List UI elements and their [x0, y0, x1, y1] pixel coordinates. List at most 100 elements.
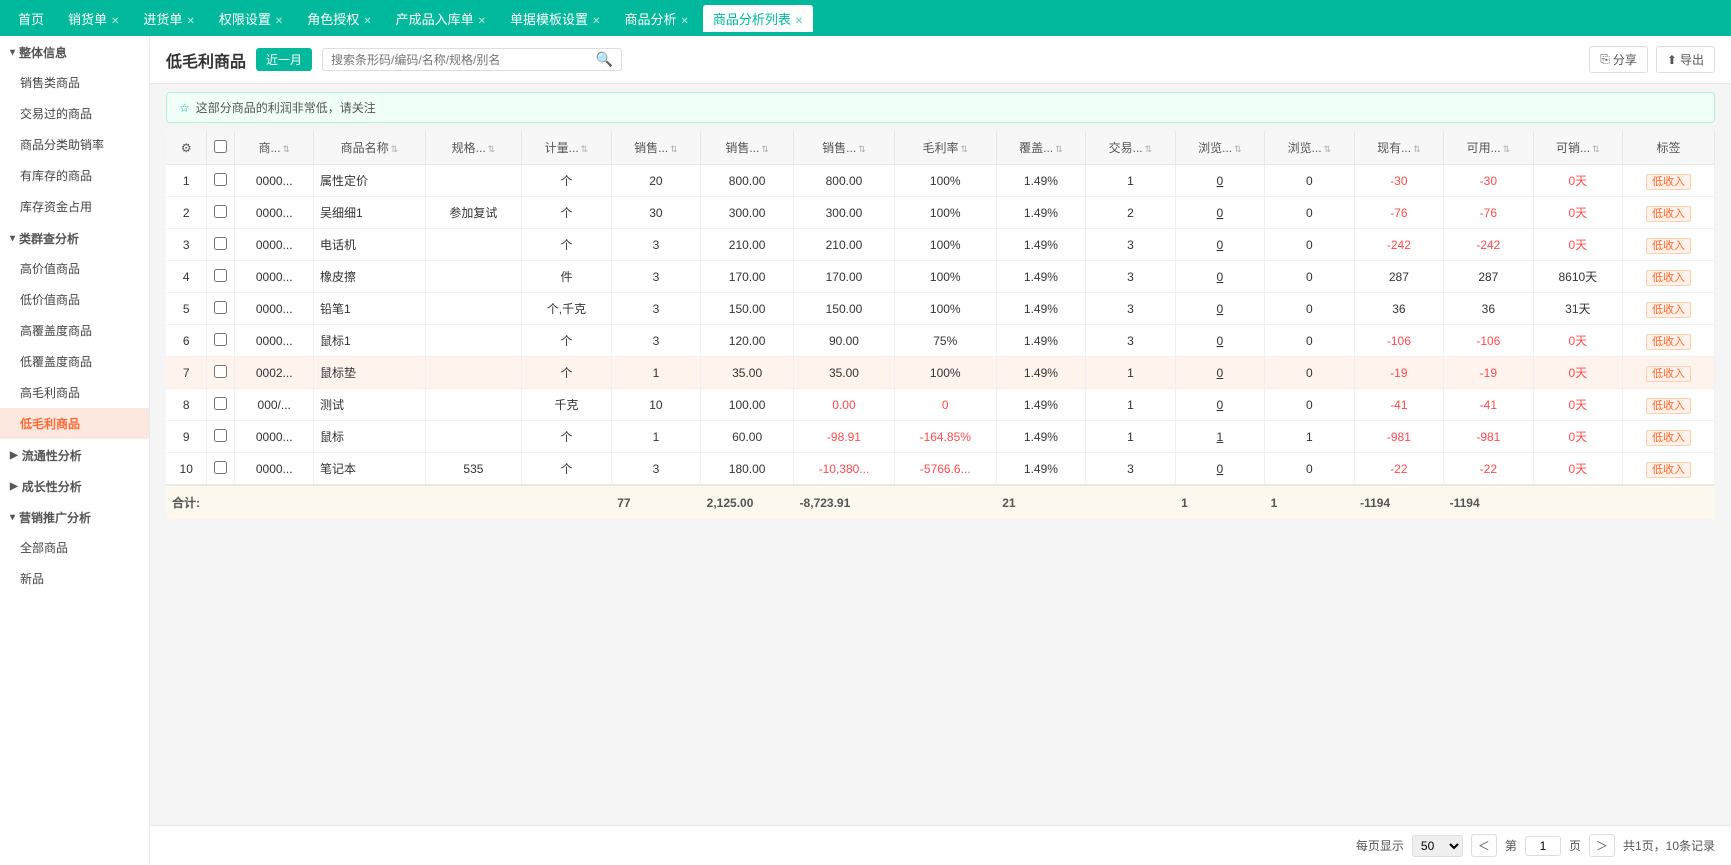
- col-unit[interactable]: 计量...⇅: [522, 131, 611, 165]
- row-browse1[interactable]: 0: [1175, 453, 1264, 486]
- col-checkbox[interactable]: [207, 131, 235, 165]
- col-name[interactable]: 商品名称⇅: [314, 131, 426, 165]
- sidebar-item-category-rate[interactable]: 商品分类助销率: [0, 129, 149, 160]
- row-browse1[interactable]: 0: [1175, 389, 1264, 421]
- sidebar-item-sales-products[interactable]: 销售类商品: [0, 67, 149, 98]
- row-browse1[interactable]: 0: [1175, 357, 1264, 389]
- col-spec[interactable]: 规格...⇅: [425, 131, 522, 165]
- sidebar-group-growth[interactable]: ▶ 成长性分析: [0, 470, 149, 501]
- row-browse1[interactable]: 0: [1175, 293, 1264, 325]
- row-checkbox[interactable]: [214, 301, 227, 314]
- row-browse1[interactable]: 0: [1175, 325, 1264, 357]
- select-all-checkbox[interactable]: [214, 140, 227, 153]
- sidebar-item-high-value[interactable]: 高价值商品: [0, 253, 149, 284]
- row-browse2: 0: [1265, 357, 1354, 389]
- col-sellable[interactable]: 可销...⇅: [1533, 131, 1622, 165]
- col-qty[interactable]: 销售...⇅: [611, 131, 700, 165]
- nav-purchase-order[interactable]: 进货单✕: [133, 5, 204, 32]
- close-icon[interactable]: ✕: [478, 16, 486, 27]
- page-end-label: 页: [1569, 837, 1581, 854]
- nav-product-analysis[interactable]: 商品分析✕: [614, 5, 698, 32]
- nav-home[interactable]: 首页: [8, 5, 54, 32]
- row-checkbox[interactable]: [214, 461, 227, 474]
- total-available: -1194: [1444, 485, 1533, 519]
- row-checkbox[interactable]: [214, 397, 227, 410]
- sidebar-group-liquidity[interactable]: ▶ 流通性分析: [0, 439, 149, 470]
- sidebar-group-marketing[interactable]: ▾ 营销推广分析: [0, 501, 149, 532]
- col-sales-amt[interactable]: 销售...⇅: [701, 131, 794, 165]
- share-button[interactable]: ⎘ 分享: [1589, 46, 1648, 73]
- per-page-select[interactable]: 20 50 100: [1412, 835, 1463, 857]
- row-browse1[interactable]: 0: [1175, 229, 1264, 261]
- close-icon[interactable]: ✕: [111, 16, 119, 27]
- row-checkbox[interactable]: [214, 205, 227, 218]
- row-browse1[interactable]: 0: [1175, 197, 1264, 229]
- row-checkbox-cell[interactable]: [207, 421, 235, 453]
- row-checkbox-cell[interactable]: [207, 261, 235, 293]
- sidebar-item-high-coverage[interactable]: 高覆盖度商品: [0, 315, 149, 346]
- sidebar-group-cluster[interactable]: ▾ 类群查分析: [0, 222, 149, 253]
- row-checkbox-cell[interactable]: [207, 293, 235, 325]
- nav-product-inbound[interactable]: 产成品入库单✕: [386, 5, 496, 32]
- row-checkbox-cell[interactable]: [207, 165, 235, 197]
- row-checkbox-cell[interactable]: [207, 453, 235, 486]
- row-checkbox-cell[interactable]: [207, 389, 235, 421]
- sidebar-item-in-stock[interactable]: 有库存的商品: [0, 160, 149, 191]
- col-available[interactable]: 可用...⇅: [1444, 131, 1533, 165]
- nav-product-analysis-list[interactable]: 商品分析列表✕: [703, 5, 813, 32]
- sidebar-item-low-coverage[interactable]: 低覆盖度商品: [0, 346, 149, 377]
- close-icon[interactable]: ✕: [795, 16, 803, 27]
- sidebar-item-low-value[interactable]: 低价值商品: [0, 284, 149, 315]
- close-icon[interactable]: ✕: [275, 16, 283, 27]
- nav-sales-order[interactable]: 销货单✕: [58, 5, 129, 32]
- col-tag[interactable]: 标签: [1623, 131, 1715, 165]
- sidebar-item-traded-products[interactable]: 交易过的商品: [0, 98, 149, 129]
- col-settings[interactable]: ⚙: [166, 131, 207, 165]
- nav-template[interactable]: 单据模板设置✕: [500, 5, 610, 32]
- row-checkbox[interactable]: [214, 269, 227, 282]
- sidebar-item-low-margin[interactable]: 低毛利商品: [0, 408, 149, 439]
- row-browse2: 1: [1265, 421, 1354, 453]
- col-stock[interactable]: 现有...⇅: [1354, 131, 1443, 165]
- collapse-icon: ▾: [10, 233, 15, 244]
- collapse-icon: ▾: [10, 47, 15, 58]
- export-button[interactable]: ⬆ 导出: [1656, 46, 1715, 73]
- row-checkbox-cell[interactable]: [207, 229, 235, 261]
- row-browse1[interactable]: 0: [1175, 261, 1264, 293]
- row-browse1[interactable]: 1: [1175, 421, 1264, 453]
- sidebar-item-all-products[interactable]: 全部商品: [0, 532, 149, 563]
- row-qty: 3: [611, 261, 700, 293]
- row-checkbox-cell[interactable]: [207, 197, 235, 229]
- row-checkbox[interactable]: [214, 365, 227, 378]
- sidebar-item-capital[interactable]: 库存资金占用: [0, 191, 149, 222]
- close-icon[interactable]: ✕: [680, 16, 688, 27]
- col-sales-cost[interactable]: 销售...⇅: [794, 131, 895, 165]
- nav-role[interactable]: 角色授权✕: [297, 5, 381, 32]
- row-browse1[interactable]: 0: [1175, 165, 1264, 197]
- prev-page-button[interactable]: ＜: [1471, 834, 1497, 857]
- close-icon[interactable]: ✕: [363, 16, 371, 27]
- row-checkbox-cell[interactable]: [207, 325, 235, 357]
- col-coverage[interactable]: 覆盖...⇅: [996, 131, 1085, 165]
- col-browse2[interactable]: 浏览...⇅: [1265, 131, 1354, 165]
- close-icon[interactable]: ✕: [186, 16, 194, 27]
- sidebar-group-overall[interactable]: ▾ 整体信息: [0, 36, 149, 67]
- sidebar-item-new-products[interactable]: 新品: [0, 563, 149, 594]
- row-stock: -22: [1354, 453, 1443, 486]
- page-number-input[interactable]: [1525, 836, 1561, 856]
- next-page-button[interactable]: ＞: [1589, 834, 1615, 857]
- close-icon[interactable]: ✕: [592, 16, 600, 27]
- row-checkbox[interactable]: [214, 429, 227, 442]
- col-trade[interactable]: 交易...⇅: [1086, 131, 1175, 165]
- row-checkbox-cell[interactable]: [207, 357, 235, 389]
- filter-button[interactable]: 近一月: [256, 48, 312, 71]
- col-browse1[interactable]: 浏览...⇅: [1175, 131, 1264, 165]
- search-input[interactable]: [331, 53, 596, 67]
- sidebar-item-high-margin[interactable]: 高毛利商品: [0, 377, 149, 408]
- row-checkbox[interactable]: [214, 237, 227, 250]
- row-checkbox[interactable]: [214, 173, 227, 186]
- nav-permission[interactable]: 权限设置✕: [209, 5, 293, 32]
- col-gross-margin[interactable]: 毛利率⇅: [894, 131, 996, 165]
- col-code[interactable]: 商...⇅: [235, 131, 314, 165]
- row-checkbox[interactable]: [214, 333, 227, 346]
